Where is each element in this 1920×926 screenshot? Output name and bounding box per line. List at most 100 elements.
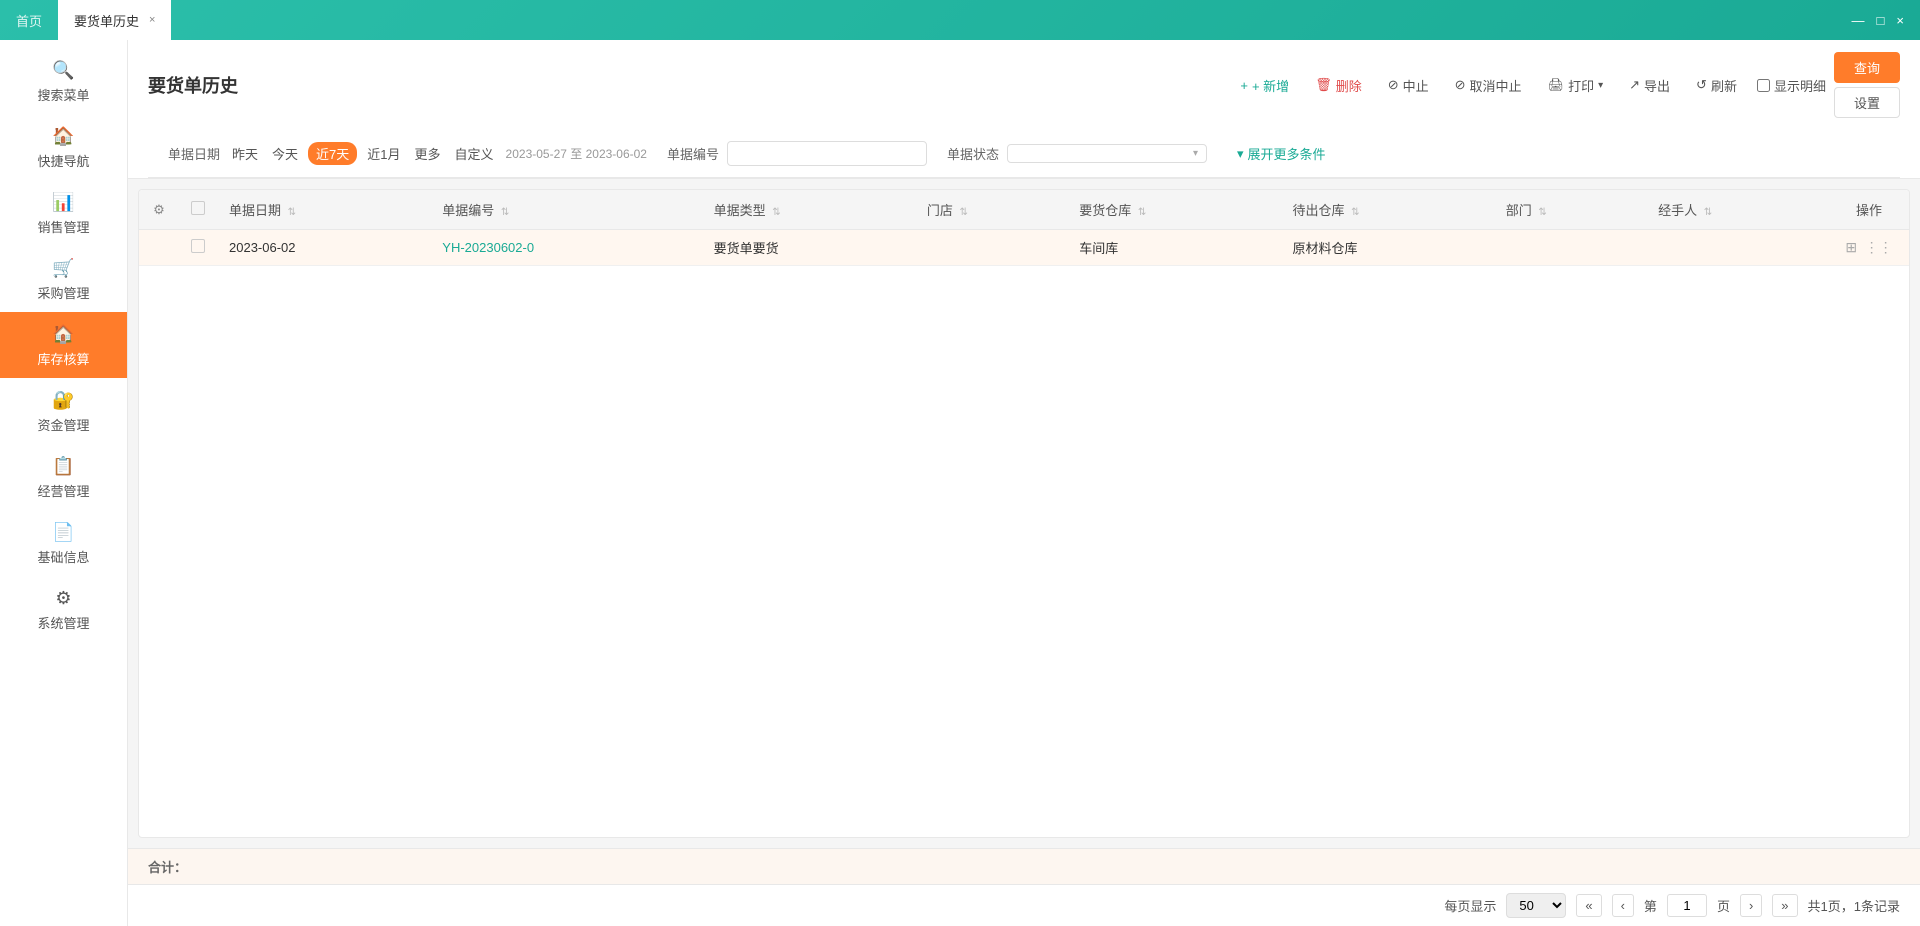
purchase-icon: 🛒 <box>52 258 74 279</box>
sidebar-item-inventory[interactable]: 🏠 库存核算 <box>0 312 127 378</box>
print-icon: 🖨 <box>1548 77 1565 93</box>
chevron-down-icon: ▾ <box>1193 148 1198 159</box>
sidebar-item-inventory-label: 库存核算 <box>37 349 89 368</box>
sort-docno-icon[interactable]: ⇅ <box>501 207 509 218</box>
date-opt-yesterday[interactable]: 昨天 <box>228 142 262 165</box>
sidebar-item-system[interactable]: ⚙ 系统管理 <box>0 576 127 642</box>
row-select-checkbox[interactable] <box>191 239 205 253</box>
new-button[interactable]: + + 新增 <box>1234 72 1295 99</box>
row-pending-warehouse-cell: 原材料仓库 <box>1281 230 1494 266</box>
row-date-cell: 2023-06-02 <box>217 230 430 266</box>
date-opt-1month[interactable]: 近1月 <box>363 142 404 165</box>
date-range: 2023-05-27 至 2023-06-02 <box>506 145 647 162</box>
sidebar-item-search[interactable]: 🔍 搜索菜单 <box>0 48 127 114</box>
close-window-btn[interactable]: × <box>1896 13 1904 28</box>
expand-more-btn[interactable]: ▾ 展开更多条件 <box>1227 140 1336 167</box>
sidebar-item-finance-label: 资金管理 <box>37 415 89 434</box>
toolbar: + + 新增 🗑 删除 ⊘ 中止 ⊘ 取消中止 <box>1234 72 1826 99</box>
search-menu-icon: 🔍 <box>52 60 74 81</box>
date-opt-more[interactable]: 更多 <box>411 142 445 165</box>
col-req-warehouse: 要货仓库 ⇅ <box>1067 190 1280 230</box>
row-more-icon[interactable]: ⋮⋮ <box>1865 239 1893 255</box>
current-page-input[interactable] <box>1667 894 1707 917</box>
col-checkbox <box>179 190 217 230</box>
sidebar-item-purchase[interactable]: 🛒 采购管理 <box>0 246 127 312</box>
basic-icon: 📄 <box>52 522 74 543</box>
minimize-btn[interactable]: — <box>1852 13 1865 28</box>
col-req-warehouse-label: 要货仓库 <box>1079 203 1131 218</box>
date-opt-today[interactable]: 今天 <box>268 142 302 165</box>
row-store-cell <box>915 230 1067 266</box>
row-dept-cell <box>1494 230 1646 266</box>
row-req-warehouse-cell: 车间库 <box>1067 230 1280 266</box>
cancel-stop-label: 取消中止 <box>1470 76 1522 95</box>
sort-dept-icon[interactable]: ⇅ <box>1538 207 1546 218</box>
col-date: 单据日期 ⇅ <box>217 190 430 230</box>
sidebar-item-search-label: 搜索菜单 <box>37 85 89 104</box>
filter-bar: 单据日期 昨天 今天 近7天 近1月 更多 自定义 2023-05-27 至 2… <box>148 130 1900 178</box>
status-select[interactable]: ▾ <box>1007 144 1207 163</box>
page-size-select[interactable]: 50 100 200 <box>1506 893 1566 918</box>
col-docno: 单据编号 ⇅ <box>430 190 701 230</box>
row-docno-link[interactable]: YH-20230602-0 <box>442 240 534 255</box>
refresh-button[interactable]: ↺ 刷新 <box>1690 72 1743 99</box>
biz-icon: 📋 <box>52 456 74 477</box>
tab-home[interactable]: 首页 <box>0 0 58 40</box>
pagination-summary: 共1页，1条记录 <box>1808 896 1900 915</box>
sort-store-icon[interactable]: ⇅ <box>960 207 968 218</box>
prev-page-btn[interactable]: ‹ <box>1612 894 1634 917</box>
print-label: 打印 <box>1568 76 1594 95</box>
sort-req-warehouse-icon[interactable]: ⇅ <box>1138 207 1146 218</box>
current-page-label: 第 <box>1644 896 1657 915</box>
next-page-btn[interactable]: › <box>1740 894 1762 917</box>
sidebar-item-sales-label: 销售管理 <box>37 217 89 236</box>
system-icon: ⚙ <box>55 588 71 609</box>
col-doctype-label: 单据类型 <box>714 203 766 218</box>
content-area: 要货单历史 + + 新增 🗑 删除 ⊘ 中止 <box>128 40 1920 926</box>
setting-button[interactable]: 设置 <box>1834 87 1900 118</box>
sidebar-item-basic[interactable]: 📄 基础信息 <box>0 510 127 576</box>
date-opt-custom[interactable]: 自定义 <box>451 142 498 165</box>
stop-button[interactable]: ⊘ 中止 <box>1382 72 1435 99</box>
first-page-btn[interactable]: « <box>1576 894 1601 917</box>
expand-label: 展开更多条件 <box>1248 144 1326 163</box>
sort-handler-icon[interactable]: ⇅ <box>1704 207 1712 218</box>
cancel-stop-icon: ⊘ <box>1455 77 1466 93</box>
delete-icon: 🗑 <box>1315 77 1332 93</box>
sidebar-item-biz[interactable]: 📋 经营管理 <box>0 444 127 510</box>
col-settings: ⚙ <box>139 190 179 230</box>
col-store: 门店 ⇅ <box>915 190 1067 230</box>
display-detail-checkbox[interactable] <box>1757 79 1770 92</box>
col-ops: 操作 <box>1829 190 1909 230</box>
last-page-btn[interactable]: » <box>1772 894 1797 917</box>
docno-input[interactable] <box>727 141 927 166</box>
select-all-checkbox[interactable] <box>191 201 205 215</box>
sort-doctype-icon[interactable]: ⇅ <box>772 207 780 218</box>
table-settings-icon[interactable]: ⚙ <box>153 202 165 217</box>
display-detail-toggle[interactable]: 显示明细 <box>1757 76 1826 95</box>
quick-nav-icon: 🏠 <box>52 126 74 147</box>
sales-icon: 📊 <box>52 192 74 213</box>
page-unit-label: 页 <box>1717 896 1730 915</box>
table-area: ⚙ 单据日期 ⇅ 单据编号 ⇅ <box>138 189 1910 838</box>
query-button[interactable]: 查询 <box>1834 52 1900 83</box>
sort-pending-warehouse-icon[interactable]: ⇅ <box>1351 207 1359 218</box>
sort-date-icon[interactable]: ⇅ <box>288 207 296 218</box>
docno-label: 单据编号 <box>667 144 719 163</box>
top-bar: 首页 要货单历史 × — □ × <box>0 0 1920 40</box>
sidebar-item-quicknav[interactable]: 🏠 快捷导航 <box>0 114 127 180</box>
maximize-btn[interactable]: □ <box>1877 13 1885 28</box>
sidebar-item-sales[interactable]: 📊 销售管理 <box>0 180 127 246</box>
sidebar-item-finance[interactable]: 🔐 资金管理 <box>0 378 127 444</box>
print-button[interactable]: 🖨 打印 ▾ <box>1542 72 1610 99</box>
date-opt-7days[interactable]: 近7天 <box>308 142 357 165</box>
col-handler: 经手人 ⇅ <box>1646 190 1829 230</box>
export-button[interactable]: ↗ 导出 <box>1623 72 1676 99</box>
tab-home-label: 首页 <box>16 11 42 30</box>
row-view-icon[interactable]: ⊞ <box>1845 239 1857 255</box>
table-row: 2023-06-02 YH-20230602-0 要货单要货 车间库 原材料仓库… <box>139 230 1909 266</box>
delete-button[interactable]: 🗑 删除 <box>1309 72 1368 99</box>
tab-history[interactable]: 要货单历史 × <box>58 0 171 40</box>
cancel-stop-button[interactable]: ⊘ 取消中止 <box>1449 72 1528 99</box>
tab-history-close[interactable]: × <box>149 14 155 26</box>
